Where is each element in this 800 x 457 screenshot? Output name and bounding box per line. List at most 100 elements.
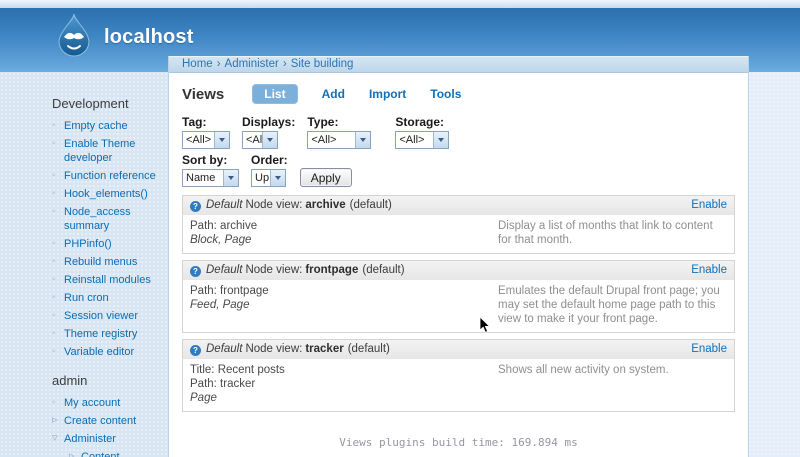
type-filter-select[interactable]: <All> [307, 131, 372, 149]
sidebar-link[interactable]: Create content [64, 415, 136, 427]
circle-bullet-icon: ◦ [52, 397, 56, 408]
sidebar-item-variable-editor[interactable]: ◦ Variable editor [52, 345, 168, 359]
sidebar-item-empty-cache[interactable]: ◦ Empty cache [52, 119, 168, 133]
sidebar-link[interactable]: Administer [64, 433, 116, 445]
circle-bullet-icon: ◦ [52, 346, 56, 357]
sidebar-item-session-viewer[interactable]: ◦ Session viewer [52, 309, 168, 323]
sort-by-select[interactable]: Name [182, 169, 239, 187]
view-storage-badge: Default [206, 264, 243, 276]
collapsed-triangle-icon[interactable]: ▹ [69, 450, 75, 457]
storage-filter-select[interactable]: <All> [395, 131, 450, 149]
drupal-logo-icon[interactable] [52, 13, 96, 59]
select-arrow-icon[interactable] [214, 132, 229, 148]
view-path: Path: archive [190, 220, 258, 232]
sidebar-link[interactable]: My account [64, 397, 120, 409]
sidebar-item-create-content[interactable]: ▹ Create content [52, 414, 168, 428]
filters: Tag: <All> Displays: <All> Type: [182, 115, 735, 187]
sidebar-item-function-reference[interactable]: ◦ Function reference [52, 169, 168, 183]
breadcrumb-separator: › [282, 58, 287, 70]
filter-sort-by: Sort by: Name [182, 153, 239, 187]
plugins-build-time: Views plugins build time: 169.894 ms [339, 436, 578, 449]
enable-link[interactable]: Enable [691, 199, 727, 212]
main-panel: Home › Administer › Site building Views List… [168, 56, 749, 457]
order-select[interactable]: Up [251, 169, 286, 187]
sidebar-link[interactable]: Run cron [64, 292, 109, 304]
sidebar-item-administer[interactable]: ▿ Administer [52, 432, 168, 446]
expanded-triangle-icon[interactable]: ▿ [52, 432, 58, 444]
sidebar-item-node-access-summary[interactable]: ◦ Node_access summary [52, 205, 168, 233]
sidebar-item-content-management[interactable]: ▹ Content management [69, 450, 153, 457]
collapsed-triangle-icon[interactable]: ▹ [52, 414, 58, 426]
sidebar-link[interactable]: PHPinfo() [64, 238, 112, 250]
tab-list[interactable]: List [252, 84, 298, 104]
sidebar-link[interactable]: Theme registry [64, 328, 137, 340]
breadcrumb-separator: › [216, 58, 221, 70]
sidebar-link[interactable]: Variable editor [64, 346, 134, 358]
top-strip [0, 0, 800, 8]
circle-bullet-icon: ◦ [52, 328, 56, 339]
order-label: Order: [251, 153, 288, 167]
view-description: Shows all new activity on system. [498, 364, 669, 376]
sidebar-link[interactable]: Node_access summary [64, 206, 131, 232]
circle-bullet-icon: ◦ [52, 138, 56, 149]
sidebar-link[interactable]: Empty cache [64, 120, 128, 132]
tag-filter-select[interactable]: <All> [182, 131, 230, 149]
view-name: archive [305, 199, 346, 211]
circle-bullet-icon: ◦ [52, 256, 56, 267]
tab-tools[interactable]: Tools [430, 87, 461, 101]
sidebar-item-theme-registry[interactable]: ◦ Theme registry [52, 327, 168, 341]
sidebar: Development ◦ Empty cache ◦ Enable Theme d… [0, 72, 168, 457]
view-path: Path: frontpage [190, 285, 269, 297]
content-area: Views List Add Import Tools Tag: <All> D… [169, 73, 748, 457]
sidebar-section-development: Development ◦ Empty cache ◦ Enable Theme d… [52, 96, 168, 359]
sidebar-item-run-cron[interactable]: ◦ Run cron [52, 291, 168, 305]
breadcrumb-link-administer[interactable]: Administer [225, 58, 279, 70]
view-display-types: Page [190, 392, 217, 404]
circle-bullet-icon: ◦ [52, 238, 56, 249]
type-label: Type: [307, 115, 339, 129]
sidebar-link[interactable]: Content management [81, 451, 145, 457]
sidebar-link[interactable]: Enable Theme developer [64, 138, 135, 164]
apply-button[interactable]: Apply [299, 168, 352, 187]
sidebar-item-reinstall-modules[interactable]: ◦ Reinstall modules [52, 273, 168, 287]
enable-link[interactable]: Enable [691, 264, 727, 277]
view-suffix: (default) [349, 199, 392, 211]
sidebar-item-phpinfo[interactable]: ◦ PHPinfo() [52, 237, 168, 251]
help-icon[interactable]: ? [190, 345, 201, 356]
sidebar-link[interactable]: Reinstall modules [64, 274, 151, 286]
sidebar-item-hook-elements[interactable]: ◦ Hook_elements() [52, 187, 168, 201]
sidebar-item-enable-theme-developer[interactable]: ◦ Enable Theme developer [52, 137, 168, 165]
enable-link[interactable]: Enable [691, 343, 727, 356]
sidebar-item-rebuild-menus[interactable]: ◦ Rebuild menus [52, 255, 168, 269]
tab-import[interactable]: Import [369, 87, 406, 101]
view-row-header: ? Default Node view: archive (default) Enabl… [183, 196, 734, 215]
help-icon[interactable]: ? [190, 266, 201, 277]
circle-bullet-icon: ◦ [52, 170, 56, 181]
build-time-stats: Views plugins build time: 169.894 ms Vie… [182, 436, 735, 457]
circle-bullet-icon: ◦ [52, 206, 56, 217]
select-arrow-icon[interactable] [262, 132, 277, 148]
displays-filter-select[interactable]: <All> [242, 131, 278, 149]
select-arrow-icon[interactable] [433, 132, 449, 148]
help-icon[interactable]: ? [190, 201, 201, 212]
select-arrow-icon[interactable] [270, 170, 285, 186]
circle-bullet-icon: ◦ [52, 120, 56, 131]
sidebar-item-my-account[interactable]: ◦ My account [52, 396, 168, 410]
displays-label: Displays: [242, 115, 296, 129]
site-name[interactable]: localhost [104, 26, 194, 49]
sidebar-link[interactable]: Session viewer [64, 310, 138, 322]
sidebar-link[interactable]: Rebuild menus [64, 256, 137, 268]
filter-displays: Displays: <All> [242, 115, 295, 149]
breadcrumb-link-home[interactable]: Home [182, 58, 213, 70]
select-arrow-icon[interactable] [355, 132, 371, 148]
tab-add[interactable]: Add [322, 87, 345, 101]
view-display-types: Feed, Page [190, 299, 250, 311]
breadcrumb-link-site-building[interactable]: Site building [291, 58, 354, 70]
sidebar-link[interactable]: Hook_elements() [64, 188, 148, 200]
type-filter-value: <All> [311, 134, 337, 146]
sidebar-link[interactable]: Function reference [64, 170, 156, 182]
filter-order: Order: Up [251, 153, 288, 187]
view-kind: Node view: [245, 264, 303, 276]
select-arrow-icon[interactable] [223, 170, 238, 186]
circle-bullet-icon: ◦ [52, 188, 56, 199]
